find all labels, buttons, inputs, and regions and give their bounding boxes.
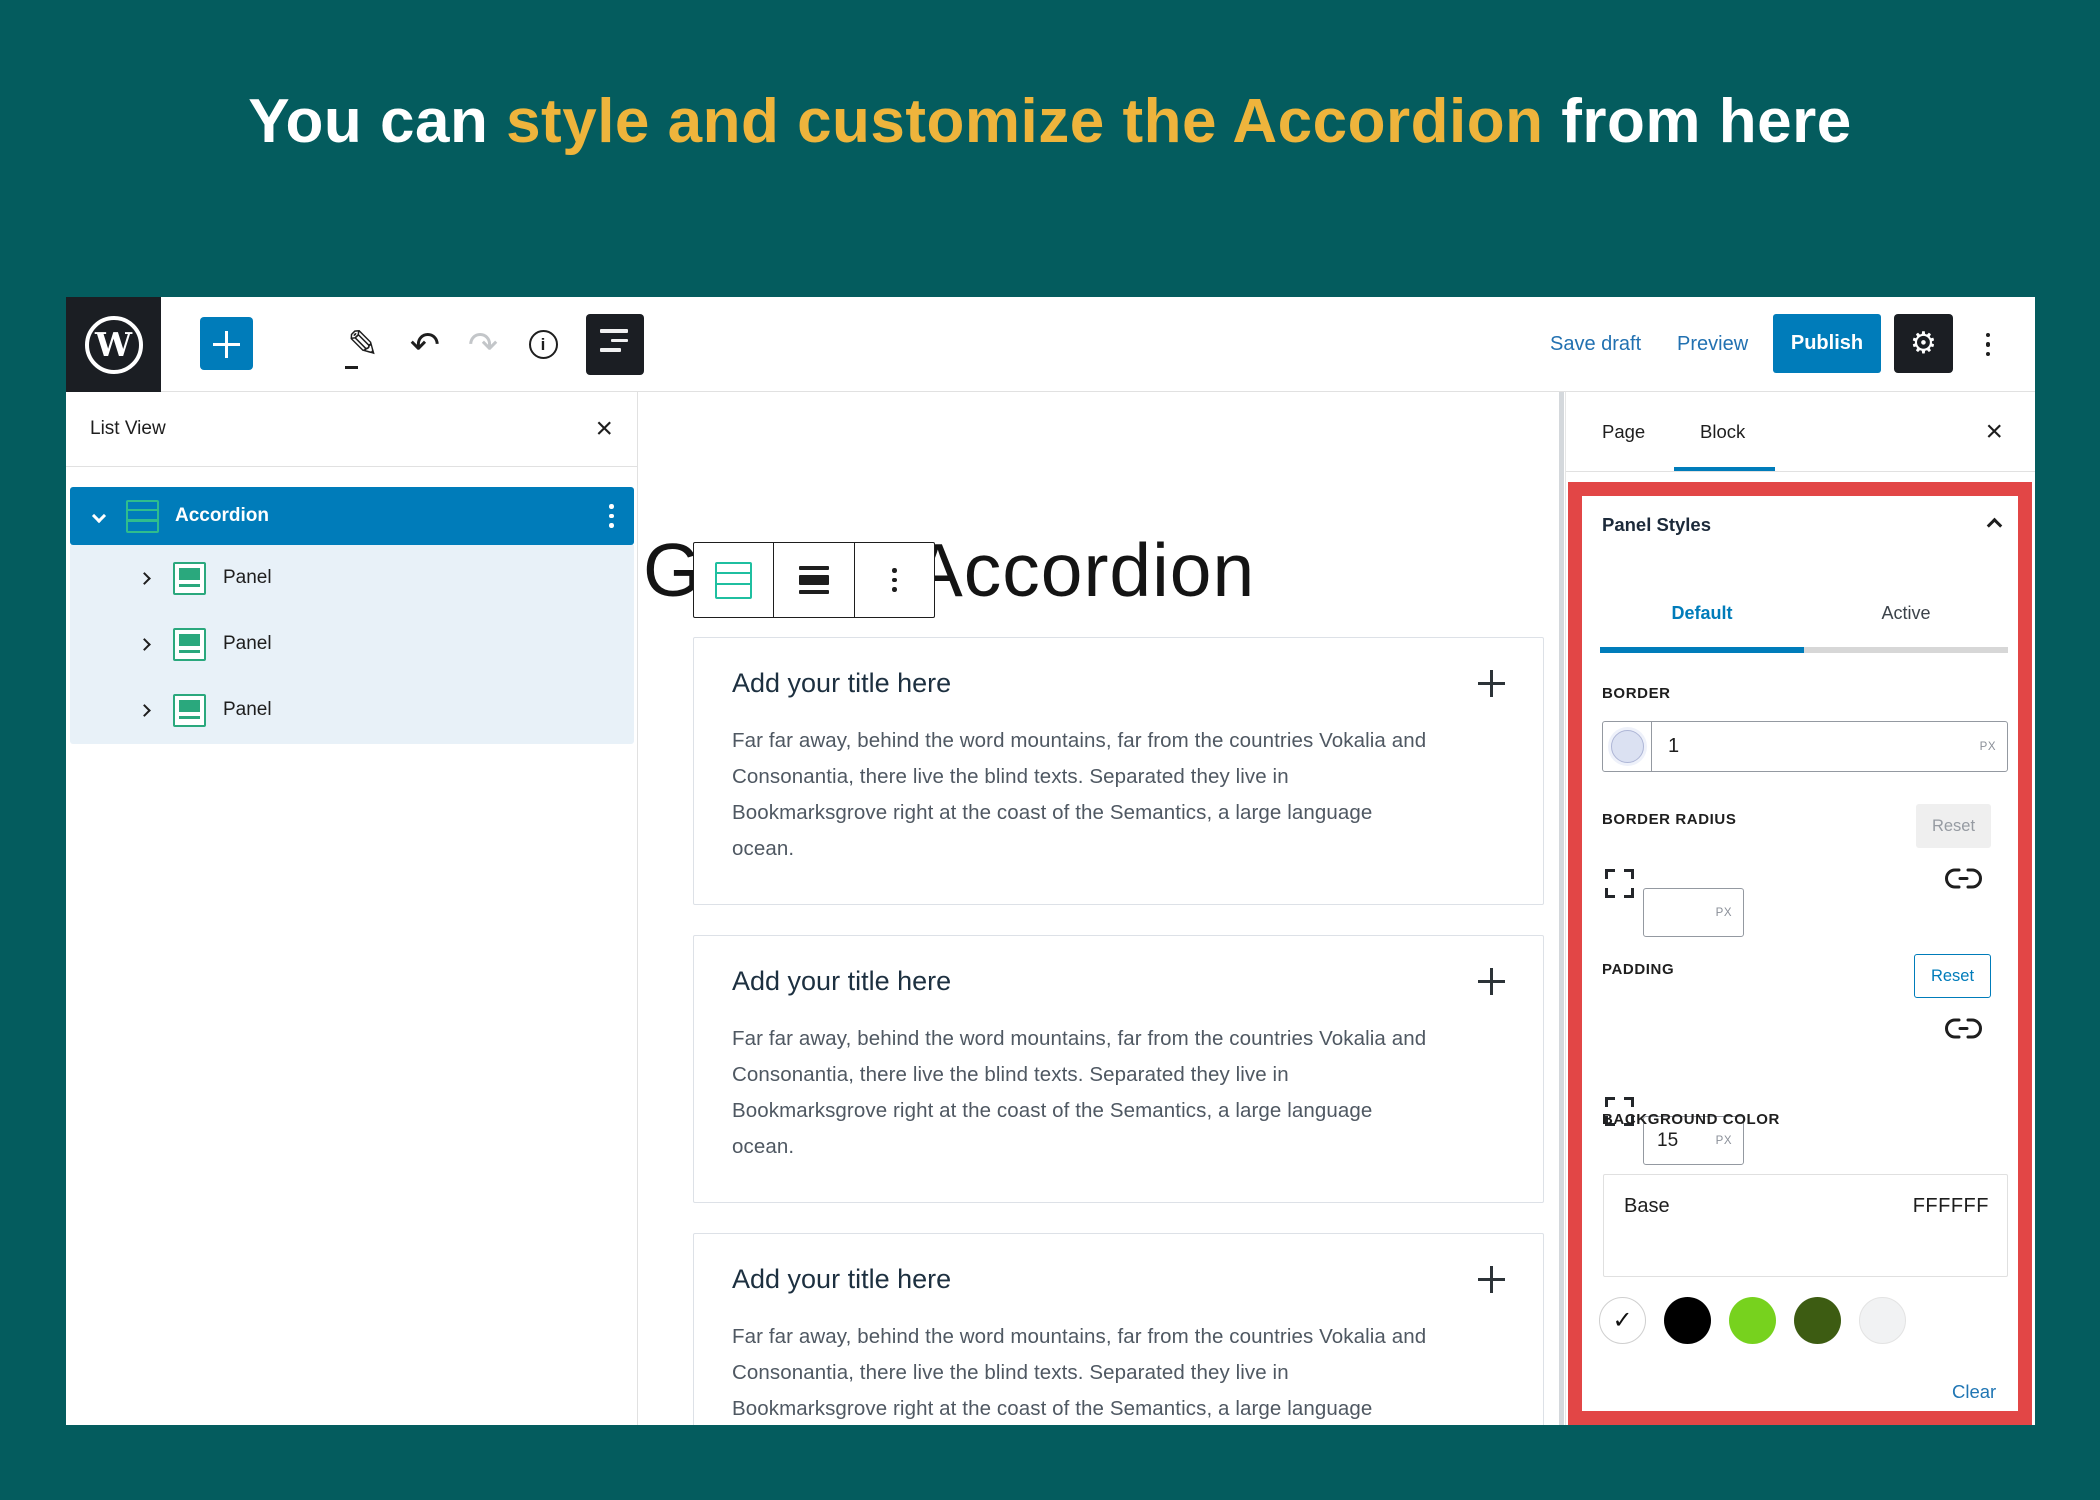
color-swatch-dark-green[interactable] [1794, 1297, 1841, 1344]
padding-label: PADDING [1602, 961, 1675, 978]
banner-text-highlight: style and customize the Accordion [506, 87, 1544, 156]
color-swatch-light-gray[interactable] [1859, 1297, 1906, 1344]
border-color-swatch-icon [1610, 730, 1644, 763]
color-palette: ✓ [1599, 1297, 1906, 1344]
border-radius-icon [1603, 867, 1636, 900]
clear-color-link[interactable]: Clear [1952, 1381, 1996, 1403]
border-radius-reset-button[interactable]: Reset [1916, 804, 1991, 848]
color-swatch-white-selected[interactable]: ✓ [1599, 1297, 1646, 1344]
state-tab-indicator [1600, 647, 2008, 653]
unlink-sides-button[interactable] [1945, 1015, 1982, 1047]
tab-default[interactable]: Default [1600, 591, 1804, 635]
panel-styles-section-header[interactable]: Panel Styles [1602, 503, 2006, 547]
tab-active[interactable]: Active [1804, 591, 2008, 635]
block-settings-content: Panel Styles Default Active BORDER PX BO… [66, 297, 2035, 1425]
border-color-button[interactable] [1603, 722, 1652, 771]
border-unit-label: PX [1979, 740, 1996, 753]
selected-color-box[interactable]: Base FFFFFF [1603, 1174, 2008, 1277]
padding-unit-label: PX [1715, 1134, 1732, 1147]
unlink-icon [1945, 1018, 1982, 1039]
color-swatch-black[interactable] [1664, 1297, 1711, 1344]
border-radius-unit-label: PX [1715, 906, 1732, 919]
padding-reset-button[interactable]: Reset [1914, 954, 1991, 998]
border-label: BORDER [1602, 685, 1671, 702]
banner-heading: You can style and customize the Accordio… [0, 86, 2100, 157]
unlink-icon [1945, 868, 1982, 889]
border-control: PX [1602, 721, 2008, 772]
wordpress-editor-window: W ✎ ↶ ↷ i Save draft Preview Publish ⚙ L… [66, 297, 2035, 1425]
unlink-sides-button[interactable] [1945, 865, 1982, 897]
selected-color-name: Base [1624, 1195, 1670, 1217]
banner-text-prefix: You can [248, 87, 507, 156]
border-radius-label: BORDER RADIUS [1602, 811, 1737, 828]
panel-styles-title: Panel Styles [1602, 514, 1712, 535]
banner-text-suffix: from here [1543, 87, 1852, 156]
background-color-label: BACKGROUND COLOR [1602, 1111, 1780, 1128]
selected-color-hex: FFFFFF [1912, 1195, 1989, 1217]
border-width-input[interactable] [1652, 735, 2007, 758]
check-icon: ✓ [1612, 1307, 1633, 1334]
chevron-up-icon[interactable] [1986, 517, 2003, 533]
color-swatch-lime-green[interactable] [1729, 1297, 1776, 1344]
